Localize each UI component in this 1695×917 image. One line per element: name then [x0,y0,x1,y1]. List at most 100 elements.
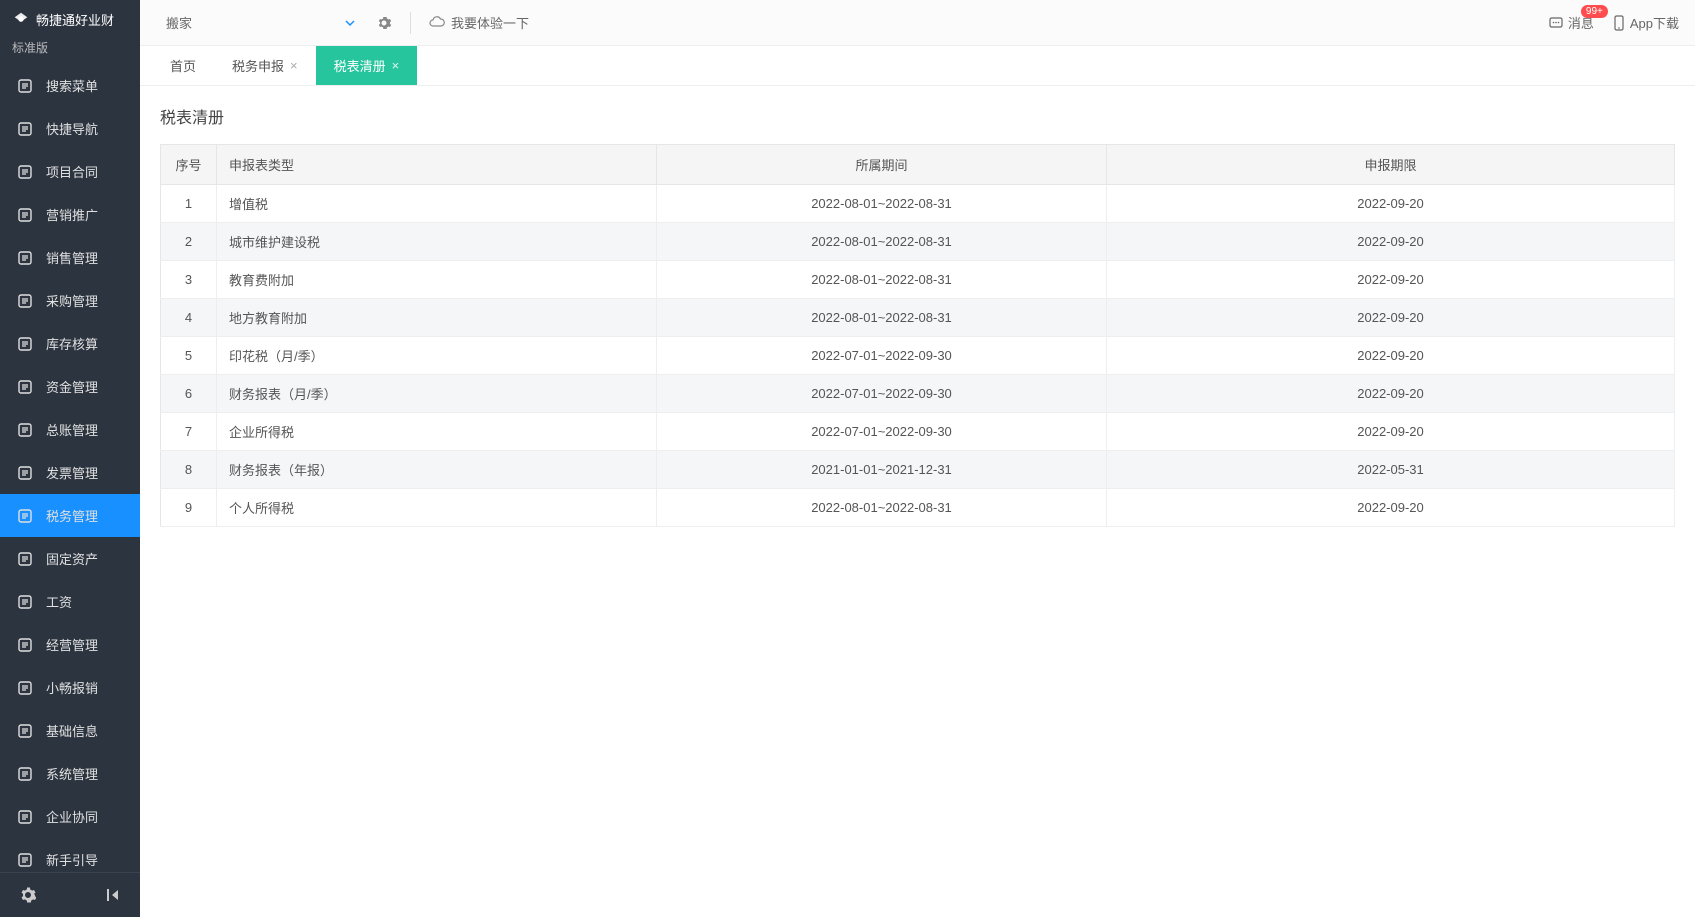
sidebar-item-8[interactable]: 总账管理 [0,408,140,451]
sidebar-item-13[interactable]: 经营管理 [0,623,140,666]
cell-period: 2022-08-01~2022-08-31 [657,489,1107,527]
sidebar-item-3[interactable]: 营销推广 [0,193,140,236]
table-row[interactable]: 1增值税2022-08-01~2022-08-312022-09-20 [161,185,1675,223]
warehouse-icon [16,335,34,353]
cell-deadline: 2022-09-20 [1107,489,1675,527]
tab-1[interactable]: 税务申报× [214,46,316,85]
mobile-icon [1612,15,1626,31]
search-icon [16,77,34,95]
asset-icon [16,550,34,568]
tab-0[interactable]: 首页 [152,46,214,85]
cell-type: 教育费附加 [217,261,657,299]
sidebar-item-14[interactable]: 小畅报销 [0,666,140,709]
settings-icon[interactable] [20,887,36,903]
table-row[interactable]: 5印花税（月/季）2022-07-01~2022-09-302022-09-20 [161,337,1675,375]
cell-period: 2022-07-01~2022-09-30 [657,413,1107,451]
sidebar-item-2[interactable]: 项目合同 [0,150,140,193]
cell-period: 2022-08-01~2022-08-31 [657,223,1107,261]
sidebar-item-17[interactable]: 企业协同 [0,795,140,838]
tab-bar: 首页税务申报× 税表清册 × [140,46,1695,86]
table-row[interactable]: 8财务报表（年报）2021-01-01~2021-12-312022-05-31 [161,451,1675,489]
close-icon[interactable]: × [290,58,298,73]
sidebar-item-label: 系统管理 [46,764,98,783]
sidebar-footer [0,872,140,917]
col-deadline-header: 申报期限 [1107,145,1675,185]
table-row[interactable]: 4地方教育附加2022-08-01~2022-08-312022-09-20 [161,299,1675,337]
system-icon [16,765,34,783]
reimburse-icon [16,679,34,697]
sidebar-item-label: 库存核算 [46,334,98,353]
close-icon[interactable]: × [392,58,400,73]
bag-icon [16,292,34,310]
sidebar-item-label: 总账管理 [46,420,98,439]
col-seq-header: 序号 [161,145,217,185]
sidebar-item-label: 税务管理 [46,506,98,525]
sidebar-item-0[interactable]: 搜索菜单 [0,64,140,107]
cart-icon [16,249,34,267]
cell-type: 增值税 [217,185,657,223]
page-title: 税表清册 [160,104,1675,128]
sidebar-item-label: 营销推广 [46,205,98,224]
tax-table: 序号 申报表类型 所属期间 申报期限 1增值税2022-08-01~2022-0… [160,144,1675,527]
money-icon [16,378,34,396]
message-button[interactable]: 消息 99+ [1548,13,1594,32]
tab-label: 税表清册 [334,56,386,75]
cell-type: 地方教育附加 [217,299,657,337]
sidebar-item-11[interactable]: 固定资产 [0,537,140,580]
table-header-row: 序号 申报表类型 所属期间 申报期限 [161,145,1675,185]
cell-type: 城市维护建设税 [217,223,657,261]
cell-deadline: 2022-09-20 [1107,185,1675,223]
collab-icon [16,808,34,826]
sidebar-item-18[interactable]: 新手引导 [0,838,140,872]
sidebar-item-label: 发票管理 [46,463,98,482]
tab-2[interactable]: 税表清册 × [316,46,418,85]
brand-logo-icon [12,11,30,29]
app-download-button[interactable]: App下载 [1612,13,1679,32]
brand-header: 畅捷通好业财 [0,0,140,39]
sidebar-item-label: 企业协同 [46,807,98,826]
cell-seq: 1 [161,185,217,223]
sidebar-item-10[interactable]: 税务管理 [0,494,140,537]
sidebar-item-label: 项目合同 [46,162,98,181]
cell-deadline: 2022-09-20 [1107,375,1675,413]
guide-icon [16,851,34,869]
sidebar-item-15[interactable]: 基础信息 [0,709,140,752]
cloud-icon [429,15,445,31]
cell-deadline: 2022-09-20 [1107,261,1675,299]
cell-deadline: 2022-09-20 [1107,413,1675,451]
cell-type: 财务报表（月/季） [217,375,657,413]
base-icon [16,722,34,740]
table-row[interactable]: 9个人所得税2022-08-01~2022-08-312022-09-20 [161,489,1675,527]
sidebar-item-label: 采购管理 [46,291,98,310]
sidebar-item-6[interactable]: 库存核算 [0,322,140,365]
cell-period: 2022-07-01~2022-09-30 [657,375,1107,413]
col-period-header: 所属期间 [657,145,1107,185]
table-row[interactable]: 2城市维护建设税2022-08-01~2022-08-312022-09-20 [161,223,1675,261]
cell-period: 2022-07-01~2022-09-30 [657,337,1107,375]
sidebar-item-12[interactable]: 工资 [0,580,140,623]
table-row[interactable]: 3教育费附加2022-08-01~2022-08-312022-09-20 [161,261,1675,299]
sidebar-item-9[interactable]: 发票管理 [0,451,140,494]
sidebar-item-label: 销售管理 [46,248,98,267]
gear-icon[interactable] [376,15,392,31]
table-row[interactable]: 6财务报表（月/季）2022-07-01~2022-09-302022-09-2… [161,375,1675,413]
sidebar-item-1[interactable]: 快捷导航 [0,107,140,150]
sidebar-item-4[interactable]: 销售管理 [0,236,140,279]
sidebar-item-label: 新手引导 [46,850,98,869]
cell-seq: 5 [161,337,217,375]
brand-subtitle: 标准版 [0,39,140,64]
feedback-link[interactable]: 我要体验一下 [429,13,529,32]
collapse-icon[interactable] [104,887,120,903]
table-row[interactable]: 7企业所得税2022-07-01~2022-09-302022-09-20 [161,413,1675,451]
tax-icon [16,507,34,525]
page-content: 税表清册 序号 申报表类型 所属期间 申报期限 1增值税2022-08-01~2… [140,86,1695,917]
org-selector[interactable]: 搬家 [156,7,366,38]
cell-seq: 9 [161,489,217,527]
cell-deadline: 2022-09-20 [1107,299,1675,337]
topbar: 搬家 我要体验一下 消息 [140,0,1695,46]
cell-deadline: 2022-09-20 [1107,337,1675,375]
sidebar-item-16[interactable]: 系统管理 [0,752,140,795]
sidebar-item-7[interactable]: 资金管理 [0,365,140,408]
sidebar-item-5[interactable]: 采购管理 [0,279,140,322]
cell-period: 2022-08-01~2022-08-31 [657,299,1107,337]
